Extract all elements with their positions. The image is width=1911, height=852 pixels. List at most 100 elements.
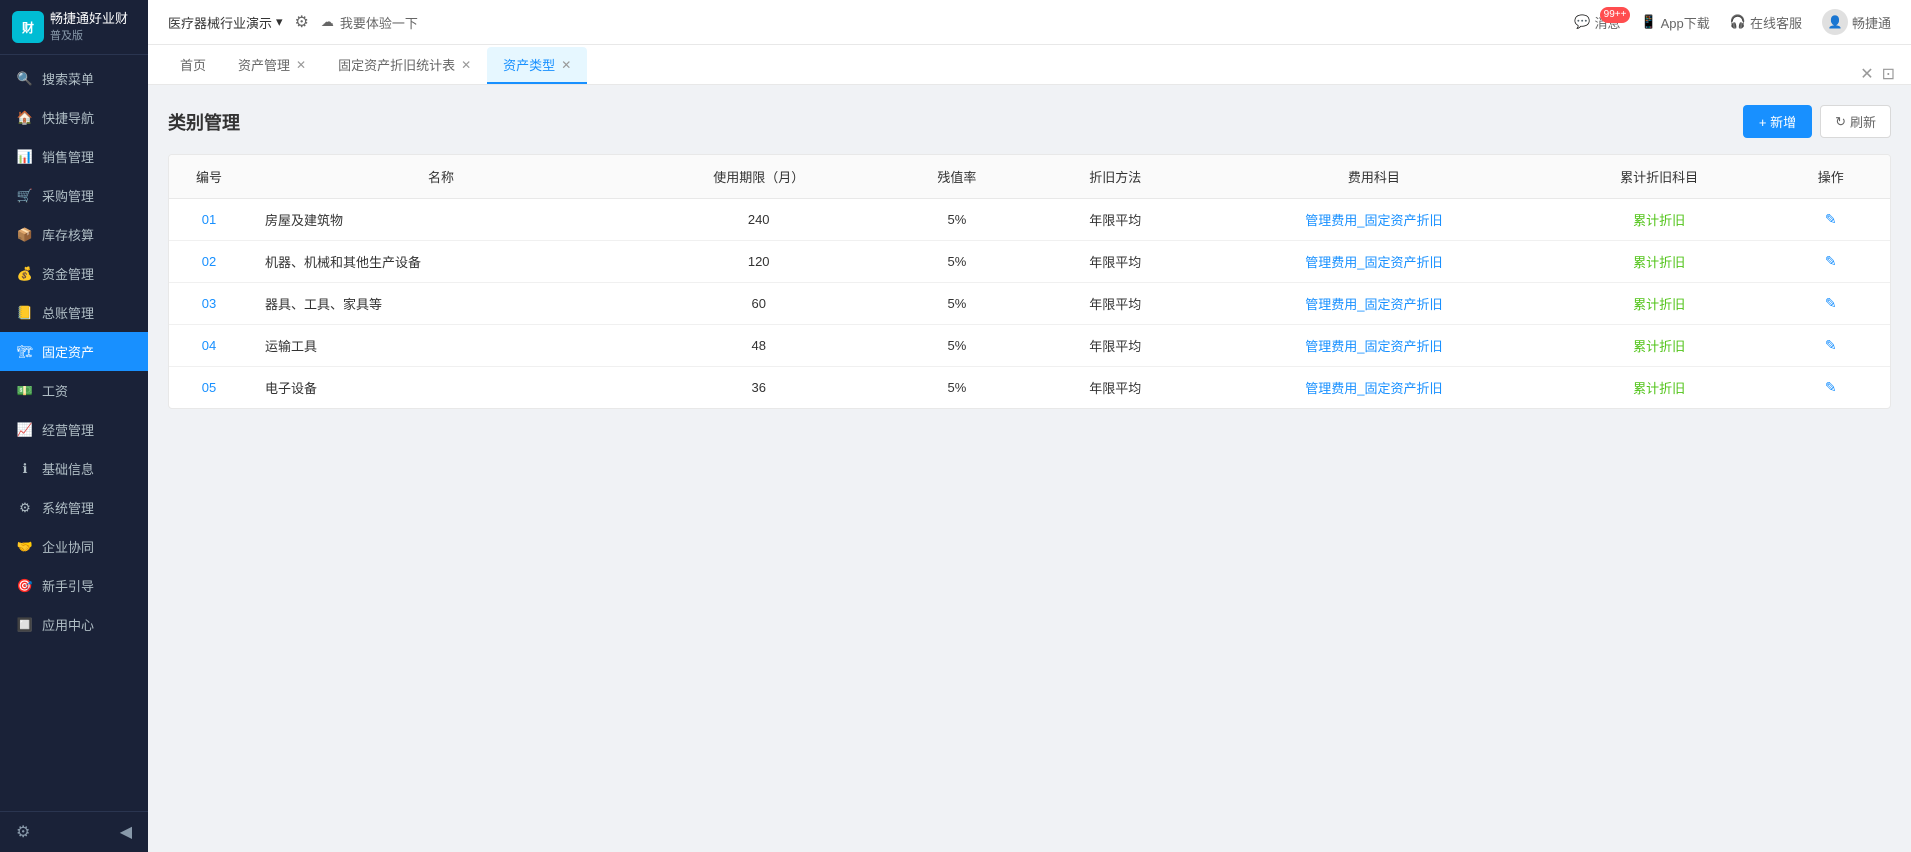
table-row: 02 机器、机械和其他生产设备 120 5% 年限平均 管理费用_固定资产折旧 … — [169, 241, 1890, 283]
settings-icon[interactable]: ⚙ — [16, 822, 30, 842]
col-header: 使用期限（月） — [633, 155, 884, 199]
sidebar-item-search[interactable]: 🔍 搜索菜单 — [0, 59, 148, 98]
inventory-icon: 📦 — [16, 226, 34, 244]
message-icon: 💬 — [1574, 14, 1590, 30]
row-action[interactable]: ✎ — [1771, 283, 1890, 325]
new-button[interactable]: + 新增 — [1743, 105, 1812, 138]
row-method: 年限平均 — [1029, 241, 1201, 283]
row-action[interactable]: ✎ — [1771, 325, 1890, 367]
app-center-icon: 🔲 — [16, 616, 34, 634]
topbar: 医疗器械行业演示 ▾ ⚙ ☁ 我要体验一下 💬 消息 99+ 📱 App下载 🎧… — [148, 0, 1911, 45]
sidebar-item-sales[interactable]: 📊 销售管理 — [0, 137, 148, 176]
row-expense: 管理费用_固定资产折旧 — [1201, 367, 1547, 409]
row-action[interactable]: ✎ — [1771, 241, 1890, 283]
sidebar-item-system[interactable]: ⚙ 系统管理 — [0, 488, 148, 527]
row-residual: 5% — [884, 199, 1029, 241]
row-accumulated: 累计折旧 — [1547, 367, 1772, 409]
sidebar-item-guide[interactable]: 🎯 新手引导 — [0, 566, 148, 605]
purchase-icon: 🛒 — [16, 187, 34, 205]
refresh-button[interactable]: ↻ 刷新 — [1820, 105, 1891, 138]
sidebar-item-ledger[interactable]: 📒 总账管理 — [0, 293, 148, 332]
edit-icon[interactable]: ✎ — [1825, 295, 1837, 311]
sidebar-item-inventory[interactable]: 📦 库存核算 — [0, 215, 148, 254]
tab-close-icon[interactable]: ✕ — [296, 58, 306, 72]
settings-gear-icon[interactable]: ⚙ — [295, 12, 309, 32]
sidebar: 财 畅捷通好业财 普及版 🔍 搜索菜单🏠 快捷导航📊 销售管理🛒 采购管理📦 库… — [0, 0, 148, 852]
row-expense: 管理费用_固定资产折旧 — [1201, 283, 1547, 325]
ledger-icon: 📒 — [16, 304, 34, 322]
edit-icon[interactable]: ✎ — [1825, 337, 1837, 353]
sidebar-item-label: 快捷导航 — [42, 108, 94, 127]
sidebar-item-label: 新手引导 — [42, 576, 94, 595]
sidebar-item-management[interactable]: 📈 经营管理 — [0, 410, 148, 449]
app-logo: 财 畅捷通好业财 普及版 — [0, 0, 148, 55]
row-method: 年限平均 — [1029, 367, 1201, 409]
app-download-button[interactable]: 📱 App下载 — [1640, 13, 1709, 32]
edit-icon[interactable]: ✎ — [1825, 253, 1837, 269]
row-method: 年限平均 — [1029, 283, 1201, 325]
sidebar-item-label: 总账管理 — [42, 303, 94, 322]
tab-label: 资产管理 — [238, 55, 290, 74]
tab-home[interactable]: 首页 — [164, 47, 222, 84]
maximize-icon[interactable]: ⊡ — [1882, 64, 1895, 84]
message-button[interactable]: 💬 消息 99+ — [1574, 13, 1620, 32]
edit-icon[interactable]: ✎ — [1825, 211, 1837, 227]
logo-icon: 财 — [12, 11, 44, 43]
avatar: 👤 — [1822, 9, 1848, 35]
tab-asset-type[interactable]: 资产类型✕ — [487, 47, 587, 84]
tab-close-icon[interactable]: ✕ — [561, 58, 571, 72]
message-badge: 99+ — [1600, 7, 1631, 23]
row-residual: 5% — [884, 283, 1029, 325]
row-period: 120 — [633, 241, 884, 283]
row-id: 05 — [169, 367, 249, 409]
collapse-icon[interactable]: ◀ — [120, 822, 132, 842]
row-method: 年限平均 — [1029, 325, 1201, 367]
refresh-label: 刷新 — [1850, 112, 1876, 131]
row-period: 240 — [633, 199, 884, 241]
row-residual: 5% — [884, 241, 1029, 283]
close-window-icon[interactable]: ✕ — [1860, 64, 1873, 84]
sidebar-item-enterprise[interactable]: 🤝 企业协同 — [0, 527, 148, 566]
row-name: 器具、工具、家具等 — [249, 283, 633, 325]
row-residual: 5% — [884, 325, 1029, 367]
table-row: 05 电子设备 36 5% 年限平均 管理费用_固定资产折旧 累计折旧 ✎ — [169, 367, 1890, 409]
fixed-asset-icon: 🏗 — [16, 343, 34, 361]
sidebar-item-fixed-asset[interactable]: 🏗 固定资产 — [0, 332, 148, 371]
col-header: 编号 — [169, 155, 249, 199]
row-accumulated: 累计折旧 — [1547, 325, 1772, 367]
user-profile[interactable]: 👤 畅捷通 — [1822, 9, 1891, 35]
row-action[interactable]: ✎ — [1771, 199, 1890, 241]
sidebar-item-salary[interactable]: 💵 工资 — [0, 371, 148, 410]
sidebar-item-basic-info[interactable]: ℹ 基础信息 — [0, 449, 148, 488]
tab-fixed-asset-table[interactable]: 固定资产折旧统计表✕ — [322, 47, 487, 84]
window-controls: ✕ ⊡ — [1860, 64, 1895, 84]
sidebar-item-capital[interactable]: 💰 资金管理 — [0, 254, 148, 293]
sidebar-item-purchase[interactable]: 🛒 采购管理 — [0, 176, 148, 215]
dropdown-arrow-icon: ▾ — [276, 14, 283, 30]
logo-sub: 普及版 — [50, 27, 128, 43]
experience-button[interactable]: ☁ 我要体验一下 — [321, 13, 418, 32]
row-accumulated: 累计折旧 — [1547, 199, 1772, 241]
row-id: 03 — [169, 283, 249, 325]
row-period: 36 — [633, 367, 884, 409]
col-header: 累计折旧科目 — [1547, 155, 1772, 199]
row-id: 02 — [169, 241, 249, 283]
content-area: 类别管理 + 新增 ↻ 刷新 编号名称使用期限（月）残值率折旧方法费用科目累计折… — [148, 85, 1911, 852]
headset-icon: 🎧 — [1730, 14, 1746, 30]
customer-service-button[interactable]: 🎧 在线客服 — [1730, 13, 1802, 32]
row-action[interactable]: ✎ — [1771, 367, 1890, 409]
refresh-icon: ↻ — [1835, 114, 1846, 130]
sidebar-item-quick-nav[interactable]: 🏠 快捷导航 — [0, 98, 148, 137]
table-row: 01 房屋及建筑物 240 5% 年限平均 管理费用_固定资产折旧 累计折旧 ✎ — [169, 199, 1890, 241]
sidebar-item-app-center[interactable]: 🔲 应用中心 — [0, 605, 148, 644]
edit-icon[interactable]: ✎ — [1825, 379, 1837, 395]
tab-close-icon[interactable]: ✕ — [461, 58, 471, 72]
module-selector[interactable]: 医疗器械行业演示 ▾ — [168, 13, 283, 32]
sidebar-item-label: 采购管理 — [42, 186, 94, 205]
sidebar-item-label: 工资 — [42, 381, 68, 400]
sidebar-item-label: 基础信息 — [42, 459, 94, 478]
tab-asset-manage[interactable]: 资产管理 ✕ — [222, 47, 322, 84]
sidebar-nav: 🔍 搜索菜单🏠 快捷导航📊 销售管理🛒 采购管理📦 库存核算💰 资金管理📒 总账… — [0, 55, 148, 811]
sidebar-item-label: 系统管理 — [42, 498, 94, 517]
sidebar-item-label: 企业协同 — [42, 537, 94, 556]
